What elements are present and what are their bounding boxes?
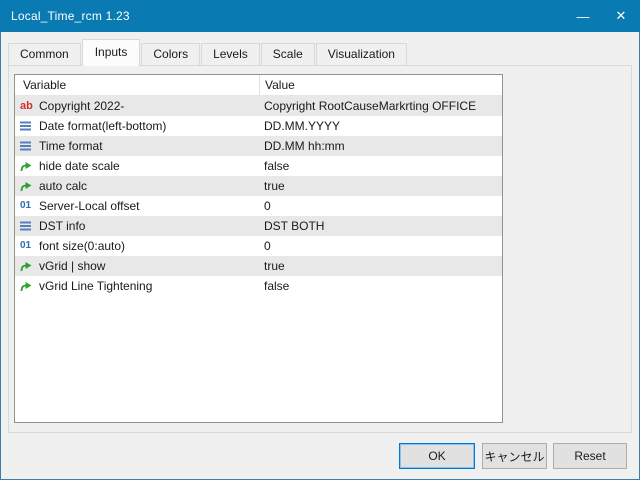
enum-icon <box>20 216 36 236</box>
variable-name: vGrid | show <box>39 259 106 273</box>
bool-icon <box>20 276 36 296</box>
table-row[interactable]: vGrid | show true <box>15 256 502 276</box>
reset-button[interactable]: Reset <box>553 443 627 469</box>
minimize-button[interactable]: — <box>564 0 602 32</box>
tab-scale[interactable]: Scale <box>260 43 315 66</box>
variable-name: auto calc <box>39 179 88 193</box>
close-icon: ✕ <box>615 8 627 23</box>
ok-button[interactable]: OK <box>399 443 475 469</box>
variable-value[interactable]: true <box>259 176 502 196</box>
table-row[interactable]: Time format DD.MM hh:mm <box>15 136 502 156</box>
variable-name: Copyright 2022- <box>39 99 125 113</box>
variable-name: DST info <box>39 219 86 233</box>
enum-icon <box>20 116 36 136</box>
title-bar: Local_Time_rcm 1.23 — ✕ <box>0 0 640 32</box>
dialog-window: Local_Time_rcm 1.23 — ✕ Common Inputs Co… <box>0 0 640 480</box>
string-icon: ab <box>20 100 33 112</box>
variable-value[interactable]: false <box>259 276 502 296</box>
variable-value[interactable]: Copyright RootCauseMarkrting OFFICE <box>259 96 502 116</box>
variable-name: hide date scale <box>39 159 120 173</box>
table-row[interactable]: ab Copyright 2022- Copyright RootCauseMa… <box>15 96 502 116</box>
tab-colors[interactable]: Colors <box>141 43 201 66</box>
table-row[interactable]: hide date scale false <box>15 156 502 176</box>
caption-buttons: — ✕ <box>564 0 640 32</box>
tab-common[interactable]: Common <box>8 43 81 66</box>
minimize-icon: — <box>576 8 590 24</box>
table-header-row: Variable Value <box>15 75 502 96</box>
table-row[interactable]: 01 font size(0:auto) 0 <box>15 236 502 256</box>
variable-value[interactable]: 0 <box>259 236 502 256</box>
cancel-button[interactable]: キャンセル <box>482 443 547 469</box>
column-header-variable: Variable <box>23 78 67 92</box>
table-row[interactable]: 01 Server-Local offset 0 <box>15 196 502 216</box>
integer-icon: 01 <box>20 200 32 211</box>
column-header-value: Value <box>259 75 502 95</box>
variable-value[interactable]: 0 <box>259 196 502 216</box>
variable-name: Time format <box>39 139 103 153</box>
tab-visualization[interactable]: Visualization <box>315 43 407 66</box>
tab-inputs[interactable]: Inputs <box>81 39 141 66</box>
bool-icon <box>20 256 36 276</box>
inputs-table: Variable Value ab Copyright 2022- Copyri… <box>14 74 503 423</box>
integer-icon: 01 <box>20 240 32 251</box>
bool-icon <box>20 156 36 176</box>
tab-strip: Common Inputs Colors Levels Scale Visual… <box>8 39 408 66</box>
table-row[interactable]: Date format(left-bottom) DD.MM.YYYY <box>15 116 502 136</box>
variable-value[interactable]: DD.MM hh:mm <box>259 136 502 156</box>
variable-value[interactable]: DST BOTH <box>259 216 502 236</box>
variable-name: Server-Local offset <box>39 199 140 213</box>
variable-name: vGrid Line Tightening <box>39 279 153 293</box>
enum-icon <box>20 136 36 156</box>
table-row[interactable]: vGrid Line Tightening false <box>15 276 502 296</box>
bool-icon <box>20 176 36 196</box>
window-title: Local_Time_rcm 1.23 <box>11 9 130 23</box>
variable-value[interactable]: true <box>259 256 502 276</box>
tab-levels[interactable]: Levels <box>201 43 260 66</box>
close-button[interactable]: ✕ <box>602 0 640 32</box>
table-row[interactable]: auto calc true <box>15 176 502 196</box>
variable-name: font size(0:auto) <box>39 239 126 253</box>
variable-value[interactable]: DD.MM.YYYY <box>259 116 502 136</box>
variable-value[interactable]: false <box>259 156 502 176</box>
table-row[interactable]: DST info DST BOTH <box>15 216 502 236</box>
variable-name: Date format(left-bottom) <box>39 119 167 133</box>
